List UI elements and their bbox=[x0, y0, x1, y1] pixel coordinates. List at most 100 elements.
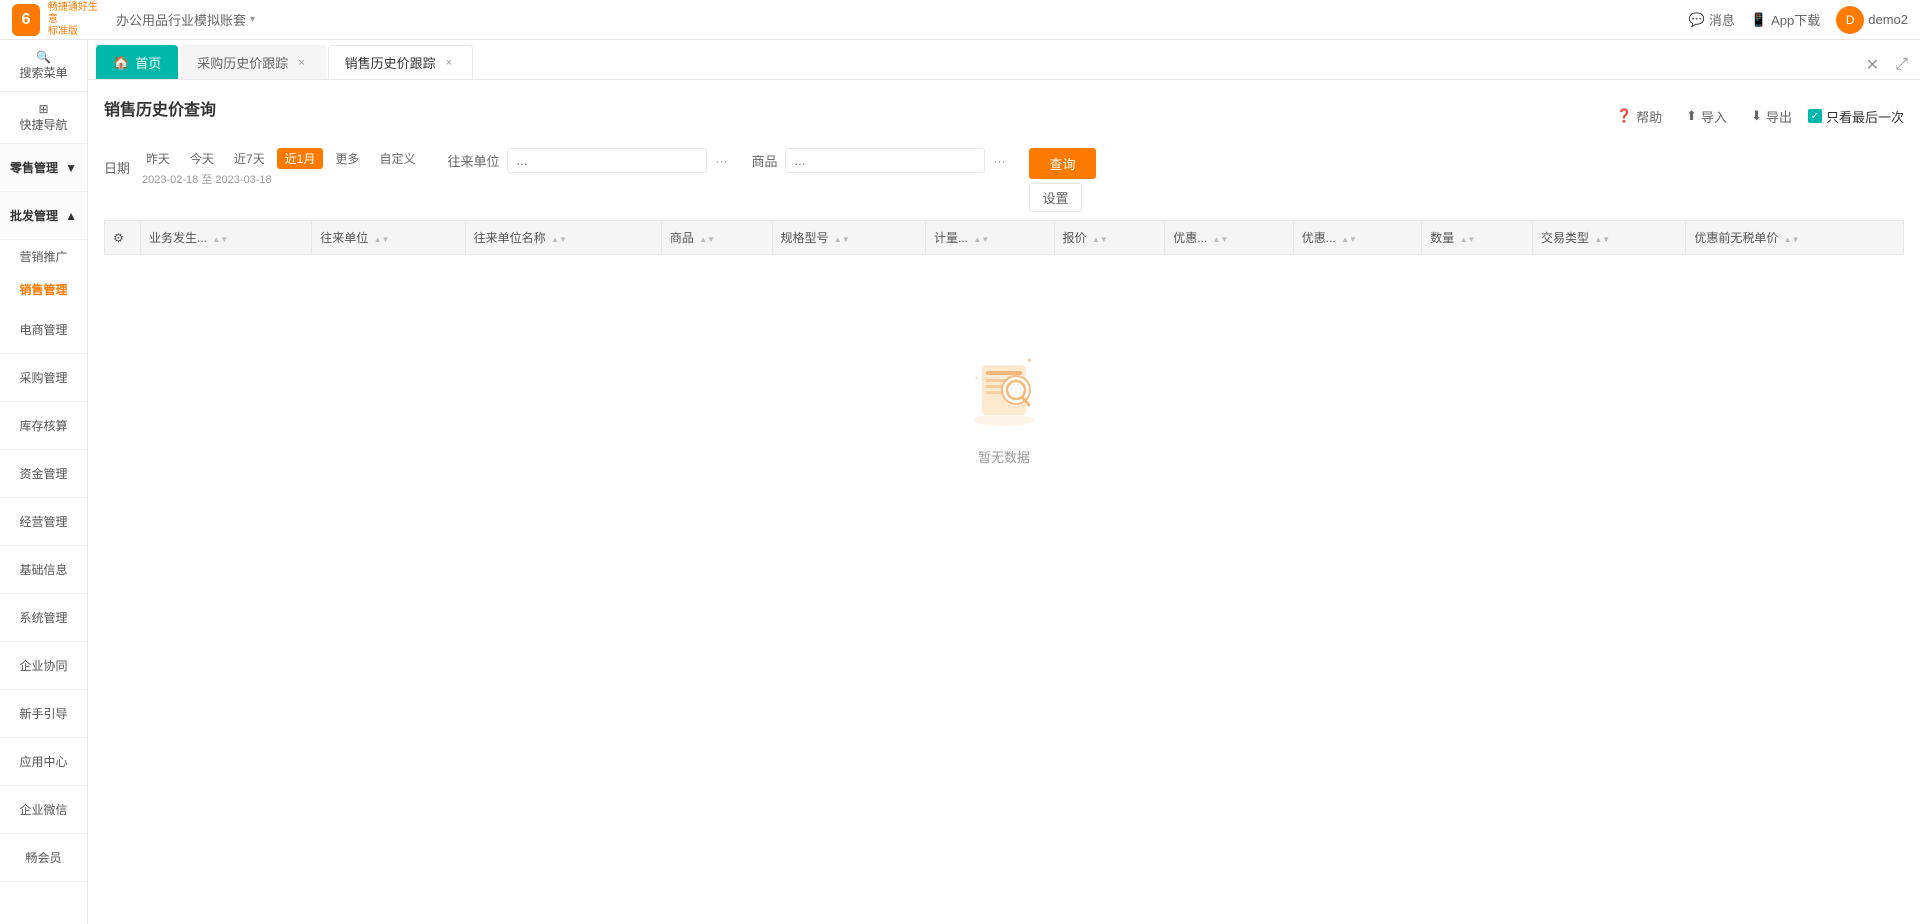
user-avatar-button[interactable]: D demo2 bbox=[1836, 6, 1908, 34]
data-table: ⚙ 业务发生... ▲▼ 往来单位 ▲▼ 往来单位名称 bbox=[104, 220, 1904, 255]
col-quote[interactable]: 报价 ▲▼ bbox=[1054, 221, 1165, 255]
sidebar-item-operation-mgmt[interactable]: 经营管理 bbox=[0, 498, 87, 546]
sidebar-item-search-menu[interactable]: 🔍 搜索菜单 bbox=[0, 40, 87, 92]
sort-arrows-partner-name: ▲▼ bbox=[551, 235, 567, 244]
sort-arrows-partner-code: ▲▼ bbox=[374, 235, 390, 244]
sidebar-item-enterprise-coop[interactable]: 企业协同 bbox=[0, 642, 87, 690]
import-icon: ⬆ bbox=[1686, 108, 1697, 124]
grid-icon: ⊞ bbox=[38, 102, 48, 116]
company-selector[interactable]: 办公用品行业模拟账套 ▾ bbox=[116, 10, 255, 29]
settings-icon: ⚙ bbox=[113, 231, 124, 245]
sidebar-item-inventory[interactable]: 库存核算 bbox=[0, 402, 87, 450]
col-quantity[interactable]: 数量 ▲▼ bbox=[1422, 221, 1533, 255]
only-last-checkbox[interactable]: ✓ 只看最后一次 bbox=[1808, 107, 1904, 126]
sort-arrows-biz-date: ▲▼ bbox=[212, 235, 228, 244]
svg-text:✦: ✦ bbox=[974, 375, 979, 382]
tabs-bar: 🏠 首页 采购历史价跟踪 × 销售历史价跟踪 × ✕ ⤢ bbox=[88, 40, 1920, 80]
col-settings[interactable]: ⚙ bbox=[105, 221, 141, 255]
col-discount2[interactable]: 优惠... ▲▼ bbox=[1293, 221, 1422, 255]
date-tab-more[interactable]: 更多 bbox=[327, 148, 367, 169]
logo-text: 畅捷通好生意 标准版 bbox=[48, 2, 100, 38]
col-unit[interactable]: 计量... ▲▼ bbox=[925, 221, 1054, 255]
empty-illustration: ✦ ✦ bbox=[954, 335, 1054, 435]
partner-filter-group: 往来单位 ··· bbox=[447, 148, 727, 173]
table-container: ⚙ 业务发生... ▲▼ 往来单位 ▲▼ 往来单位名称 bbox=[104, 220, 1904, 255]
date-tab-1month[interactable]: 近1月 bbox=[277, 148, 324, 169]
date-tab-7days[interactable]: 近7天 bbox=[226, 148, 273, 169]
tabs-actions: ✕ ⤢ bbox=[1862, 51, 1912, 79]
col-trade-type[interactable]: 交易类型 ▲▼ bbox=[1532, 221, 1685, 255]
goods-filter-group: 商品 ··· bbox=[751, 148, 1005, 173]
sidebar-item-app-center[interactable]: 应用中心 bbox=[0, 738, 87, 786]
date-filter-group: 日期 昨天 今天 近7天 近1月 更多 自定义 2023-02-18 至 202… bbox=[104, 148, 423, 187]
partner-more-icon[interactable]: ··· bbox=[715, 154, 727, 168]
partner-label: 往来单位 bbox=[447, 151, 499, 170]
tab-sales[interactable]: 销售历史价跟踪 × bbox=[328, 45, 473, 79]
search-icon: 🔍 bbox=[36, 50, 51, 64]
query-button[interactable]: 查询 bbox=[1029, 148, 1095, 179]
sidebar-item-purchase-mgmt[interactable]: 采购管理 bbox=[0, 354, 87, 402]
sidebar-item-system-mgmt[interactable]: 系统管理 bbox=[0, 594, 87, 642]
empty-state: ✦ ✦ 暂无数据 bbox=[104, 255, 1904, 546]
sidebar-item-wholesale-mgmt[interactable]: 批发管理 ▲ bbox=[0, 192, 87, 240]
sort-arrows-price-notax: ▲▼ bbox=[1784, 235, 1800, 244]
sidebar: 🔍 搜索菜单 ⊞ 快捷导航 零售管理 ▼ 批发管理 ▲ 营销推广 销售管理 电商… bbox=[0, 40, 88, 924]
tab-purchase[interactable]: 采购历史价跟踪 × bbox=[180, 45, 325, 79]
home-icon: 🏠 bbox=[113, 55, 129, 71]
main-layout: 🔍 搜索菜单 ⊞ 快捷导航 零售管理 ▼ 批发管理 ▲ 营销推广 销售管理 电商… bbox=[0, 40, 1920, 924]
export-button[interactable]: ⬇ 导出 bbox=[1743, 103, 1800, 130]
date-tab-custom[interactable]: 自定义 bbox=[371, 148, 423, 169]
col-discount1[interactable]: 优惠... ▲▼ bbox=[1165, 221, 1294, 255]
help-icon: ❓ bbox=[1616, 108, 1632, 124]
sidebar-item-basic-info[interactable]: 基础信息 bbox=[0, 546, 87, 594]
sidebar-item-sales-mgmt[interactable]: 销售管理 bbox=[0, 273, 87, 306]
goods-label: 商品 bbox=[751, 151, 777, 170]
col-partner-name[interactable]: 往来单位名称 ▲▼ bbox=[465, 221, 661, 255]
tab-purchase-close[interactable]: × bbox=[294, 55, 308, 71]
tab-home[interactable]: 🏠 首页 bbox=[96, 45, 178, 79]
partner-input[interactable] bbox=[507, 148, 707, 173]
col-spec[interactable]: 规格型号 ▲▼ bbox=[772, 221, 925, 255]
goods-more-icon[interactable]: ··· bbox=[993, 154, 1005, 168]
page-content: 销售历史价查询 ❓ 帮助 ⬆ 导入 ⬇ 导出 ✓ bbox=[88, 80, 1920, 924]
message-button[interactable]: 💬 消息 bbox=[1689, 10, 1735, 29]
col-price-notax[interactable]: 优惠前无税单价 ▲▼ bbox=[1686, 221, 1904, 255]
import-button[interactable]: ⬆ 导入 bbox=[1678, 103, 1735, 130]
sidebar-item-new-guide[interactable]: 新手引导 bbox=[0, 690, 87, 738]
sidebar-item-quick-nav[interactable]: ⊞ 快捷导航 bbox=[0, 92, 87, 144]
toolbar-right: ❓ 帮助 ⬆ 导入 ⬇ 导出 ✓ 只看最后一次 bbox=[1608, 103, 1904, 130]
top-header: 6 畅捷通好生意 标准版 办公用品行业模拟账套 ▾ 💬 消息 📱 App下载 D… bbox=[0, 0, 1920, 40]
sidebar-item-finance-mgmt[interactable]: 资金管理 bbox=[0, 450, 87, 498]
logo-area: 6 畅捷通好生意 标准版 bbox=[12, 2, 100, 38]
app-icon: 📱 bbox=[1751, 12, 1767, 28]
goods-input[interactable] bbox=[785, 148, 985, 173]
sidebar-item-marketing[interactable]: 营销推广 bbox=[0, 240, 87, 273]
header-center: 办公用品行业模拟账套 ▾ bbox=[100, 10, 1689, 29]
message-icon: 💬 bbox=[1689, 12, 1705, 28]
filter-actions: 查询 设置 bbox=[1029, 148, 1095, 212]
page-title: 销售历史价查询 bbox=[104, 96, 216, 120]
settings-button[interactable]: 设置 bbox=[1029, 183, 1081, 212]
content-area: 🏠 首页 采购历史价跟踪 × 销售历史价跟踪 × ✕ ⤢ 销售历史价查询 bbox=[88, 40, 1920, 924]
col-biz-date[interactable]: 业务发生... ▲▼ bbox=[141, 221, 312, 255]
sidebar-item-ecommerce-mgmt[interactable]: 电商管理 bbox=[0, 306, 87, 354]
help-button[interactable]: ❓ 帮助 bbox=[1608, 103, 1670, 130]
table-header-row: ⚙ 业务发生... ▲▼ 往来单位 ▲▼ 往来单位名称 bbox=[105, 221, 1904, 255]
sort-arrows-discount2: ▲▼ bbox=[1341, 235, 1357, 244]
sort-arrows-spec: ▲▼ bbox=[834, 235, 850, 244]
sidebar-item-vip-member[interactable]: 畅会员 bbox=[0, 834, 87, 882]
tab-sales-close[interactable]: × bbox=[442, 55, 456, 71]
date-range-text: 2023-02-18 至 2023-03-18 bbox=[142, 171, 423, 187]
date-tab-today[interactable]: 今天 bbox=[182, 148, 222, 169]
avatar: D bbox=[1836, 6, 1864, 34]
tab-maximize-button[interactable]: ⤢ bbox=[1891, 52, 1912, 78]
sidebar-item-retail-mgmt[interactable]: 零售管理 ▼ bbox=[0, 144, 87, 192]
col-partner-code[interactable]: 往来单位 ▲▼ bbox=[312, 221, 465, 255]
app-download-button[interactable]: 📱 App下载 bbox=[1751, 10, 1820, 29]
filter-row: 日期 昨天 今天 近7天 近1月 更多 自定义 2023-02-18 至 202… bbox=[104, 148, 1904, 212]
col-goods[interactable]: 商品 ▲▼ bbox=[661, 221, 772, 255]
tab-close-all-button[interactable]: ✕ bbox=[1862, 51, 1883, 79]
empty-text: 暂无数据 bbox=[978, 447, 1030, 466]
sidebar-item-enterprise-wechat[interactable]: 企业微信 bbox=[0, 786, 87, 834]
date-tab-yesterday[interactable]: 昨天 bbox=[138, 148, 178, 169]
